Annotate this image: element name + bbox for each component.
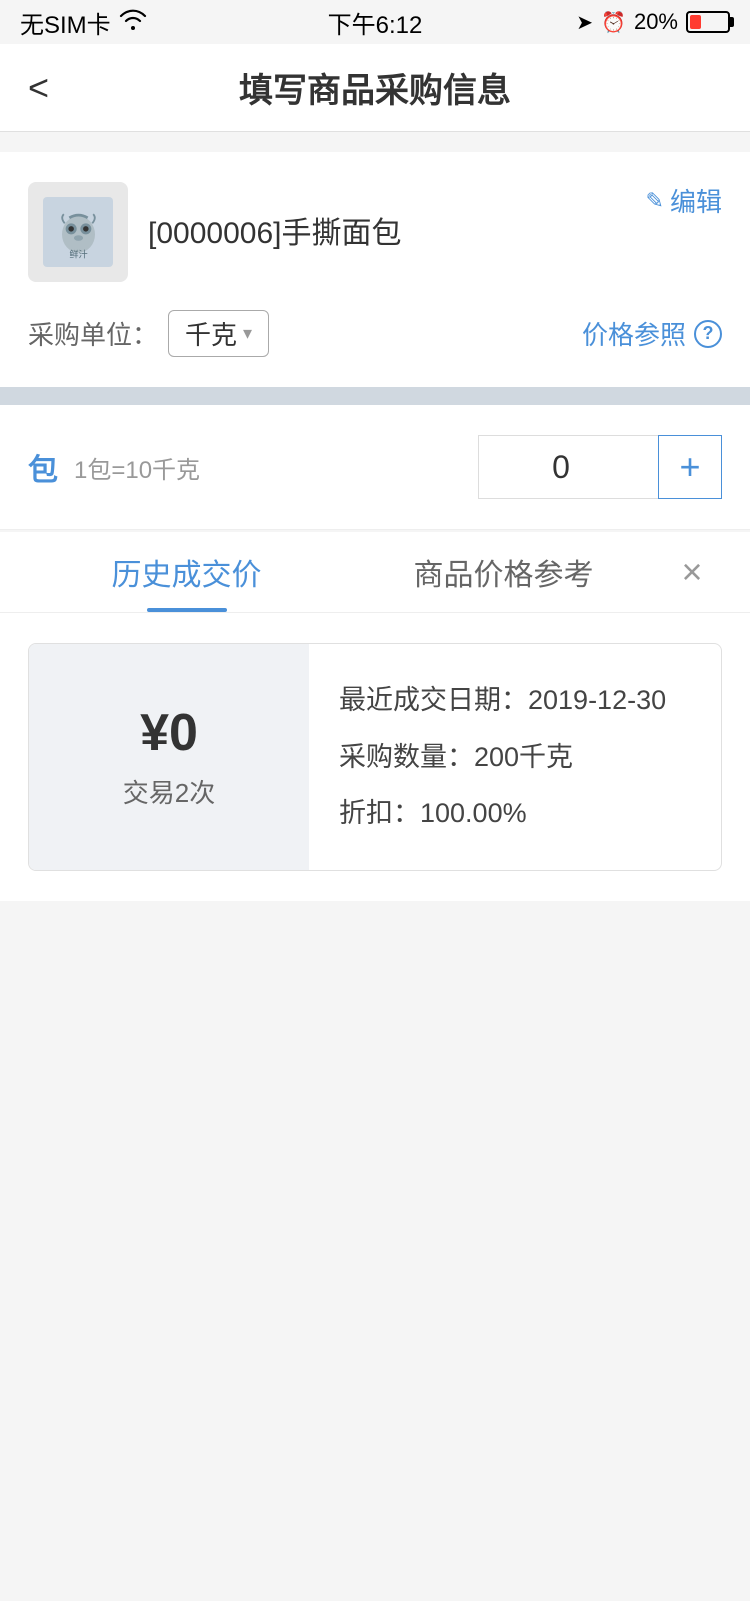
page-title: 填写商品采购信息 (239, 63, 511, 112)
quantity-row: 包 1包=10千克 + (0, 405, 750, 530)
edit-icon: ✎ (646, 188, 664, 214)
battery-percent: 20% (634, 9, 678, 35)
bottom-space (0, 901, 750, 1601)
product-thumbnail: 鲜汁 (28, 182, 128, 282)
pkg-label: 包 (28, 445, 58, 489)
qty-value: 200千克 (474, 742, 573, 772)
unit-value: 千克 (185, 315, 237, 352)
tab-product-price-ref[interactable]: 商品价格参考 (345, 532, 662, 612)
product-header: 鲜汁 [0000006]手撕面包 ✎ 编辑 (28, 182, 722, 282)
discount-label: 折扣： (339, 798, 420, 828)
status-right: ➤ ⏰ 20% (576, 9, 730, 35)
status-left: 无SIM卡 (20, 5, 147, 40)
tab-content: ¥0 交易2次 最近成交日期：2019-12-30 采购数量：200千克 折扣：… (0, 613, 750, 901)
quantity-plus-button[interactable]: + (658, 435, 722, 499)
transaction-price-summary: ¥0 交易2次 (29, 644, 309, 870)
edit-button[interactable]: ✎ 编辑 (646, 182, 722, 219)
tab-close-button[interactable]: × (662, 542, 722, 602)
quantity-control: + (478, 435, 722, 499)
product-card: 鲜汁 [0000006]手撕面包 ✎ 编辑 采购单位： 千克 ▾ 价格参照 (0, 152, 750, 387)
price-ref-label: 价格参照 (582, 315, 686, 352)
transaction-count: 交易2次 (123, 773, 215, 810)
back-button[interactable]: < (28, 70, 49, 106)
alarm-icon: ⏰ (601, 10, 626, 35)
tab-header: 历史成交价 商品价格参考 × (0, 532, 750, 613)
svg-text:鲜汁: 鲜汁 (69, 248, 87, 259)
tab-history-price[interactable]: 历史成交价 (28, 532, 345, 612)
pkg-desc: 1包=10千克 (74, 450, 200, 485)
nav-bar: < 填写商品采购信息 (0, 44, 750, 132)
battery-icon (686, 11, 730, 33)
transaction-date: 最近成交日期：2019-12-30 (339, 680, 691, 721)
transaction-card: ¥0 交易2次 最近成交日期：2019-12-30 采购数量：200千克 折扣：… (28, 643, 722, 871)
discount-value: 100.00% (420, 798, 527, 828)
chevron-down-icon: ▾ (243, 323, 252, 344)
date-value: 2019-12-30 (528, 685, 666, 715)
tab-product-price-ref-label: 商品价格参考 (414, 550, 594, 594)
unit-selector: 采购单位： 千克 ▾ (28, 310, 269, 357)
price-ref-button[interactable]: 价格参照 ? (582, 315, 722, 352)
transaction-discount: 折扣：100.00% (339, 793, 691, 834)
product-left: 鲜汁 [0000006]手撕面包 (28, 182, 401, 282)
product-info: [0000006]手撕面包 (148, 208, 401, 256)
quantity-label: 包 1包=10千克 (28, 445, 200, 489)
status-bar: 无SIM卡 下午6:12 ➤ ⏰ 20% (0, 0, 750, 44)
unit-badge[interactable]: 千克 ▾ (168, 310, 269, 357)
tab-active-indicator (147, 608, 227, 612)
status-time: 下午6:12 (328, 5, 423, 40)
tab-history-price-label: 历史成交价 (112, 550, 262, 594)
unit-label: 采购单位： (28, 315, 158, 352)
help-icon: ? (694, 320, 722, 348)
product-image: 鲜汁 (43, 197, 113, 267)
location-icon: ➤ (576, 10, 593, 35)
date-label: 最近成交日期： (339, 685, 528, 715)
product-name: [0000006]手撕面包 (148, 208, 401, 252)
product-meta: 采购单位： 千克 ▾ 价格参照 ? (28, 310, 722, 357)
qty-label: 采购数量： (339, 742, 474, 772)
transaction-price: ¥0 (140, 703, 198, 763)
transaction-details: 最近成交日期：2019-12-30 采购数量：200千克 折扣：100.00% (309, 644, 721, 870)
transaction-qty: 采购数量：200千克 (339, 737, 691, 778)
battery-fill (690, 15, 701, 29)
quantity-input[interactable] (478, 435, 658, 499)
carrier-text: 无SIM卡 (20, 5, 111, 40)
edit-label: 编辑 (670, 182, 722, 219)
wifi-icon (119, 8, 147, 36)
tab-panel: 历史成交价 商品价格参考 × ¥0 交易2次 最近成交日期：2019-12-30… (0, 532, 750, 901)
section-divider (0, 387, 750, 405)
